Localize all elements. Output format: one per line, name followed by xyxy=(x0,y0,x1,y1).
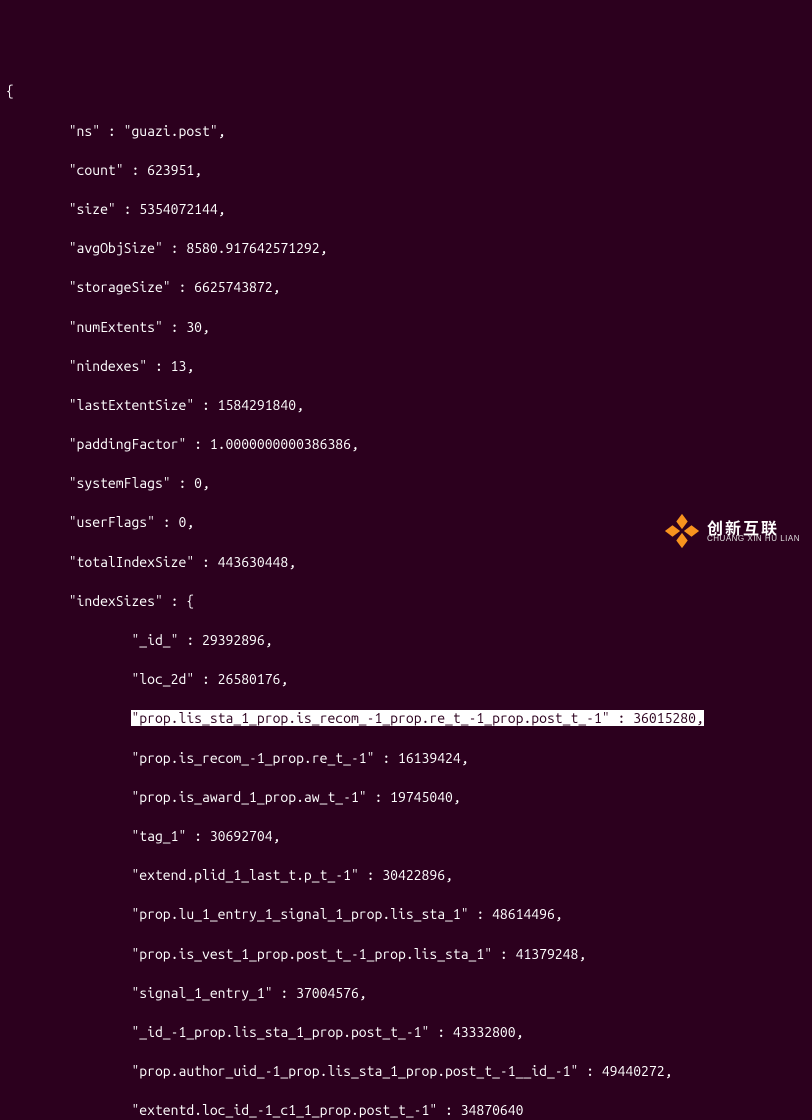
field-numextents: "numExtents" : 30, xyxy=(6,318,806,338)
field-indexsizes-open: "indexSizes" : { xyxy=(6,592,806,612)
idx-id-lis: "_id_-1_prop.lis_sta_1_prop.post_t_-1" :… xyxy=(6,1023,806,1043)
watermark-text-small: CHUANG XIN HU LIAN xyxy=(707,535,800,543)
idx-is-recom: "prop.is_recom_-1_prop.re_t_-1" : 161394… xyxy=(6,749,806,769)
idx-id: "_id_" : 29392896, xyxy=(6,631,806,651)
field-avgobjsize: "avgObjSize" : 8580.917642571292, xyxy=(6,239,806,259)
idx-extentd: "extentd.loc_id_-1_c1_1_prop.post_t_-1" … xyxy=(6,1101,806,1120)
watermark-logo-icon xyxy=(663,512,701,550)
field-systemflags: "systemFlags" : 0, xyxy=(6,474,806,494)
idx-author: "prop.author_uid_-1_prop.lis_sta_1_prop.… xyxy=(6,1062,806,1082)
idx-highlighted-line: "prop.lis_sta_1_prop.is_recom_-1_prop.re… xyxy=(6,709,806,729)
idx-is-vest: "prop.is_vest_1_prop.post_t_-1_prop.lis_… xyxy=(6,945,806,965)
field-storagesize: "storageSize" : 6625743872, xyxy=(6,278,806,298)
field-size: "size" : 5354072144, xyxy=(6,200,806,220)
json-open: { xyxy=(6,82,806,102)
field-ns: "ns" : "guazi.post", xyxy=(6,122,806,142)
idx-highlighted-selection: "prop.lis_sta_1_prop.is_recom_-1_prop.re… xyxy=(131,710,703,726)
field-nindexes: "nindexes" : 13, xyxy=(6,357,806,377)
watermark-text-big: 创新互联 xyxy=(707,519,800,535)
idx-signal: "signal_1_entry_1" : 37004576, xyxy=(6,984,806,1004)
watermark: 创新互联 CHUANG XIN HU LIAN xyxy=(663,512,800,550)
field-totalindexsize: "totalIndexSize" : 443630448, xyxy=(6,553,806,573)
idx-tag1: "tag_1" : 30692704, xyxy=(6,827,806,847)
idx-highlighted-prefix xyxy=(6,710,131,726)
idx-is-award: "prop.is_award_1_prop.aw_t_-1" : 1974504… xyxy=(6,788,806,808)
field-count: "count" : 623951, xyxy=(6,161,806,181)
idx-extend-plid: "extend.plid_1_last_t.p_t_-1" : 30422896… xyxy=(6,866,806,886)
idx-lu1: "prop.lu_1_entry_1_signal_1_prop.lis_sta… xyxy=(6,905,806,925)
field-paddingfactor: "paddingFactor" : 1.0000000000386386, xyxy=(6,435,806,455)
idx-loc2d: "loc_2d" : 26580176, xyxy=(6,670,806,690)
field-lastextentsize: "lastExtentSize" : 1584291840, xyxy=(6,396,806,416)
